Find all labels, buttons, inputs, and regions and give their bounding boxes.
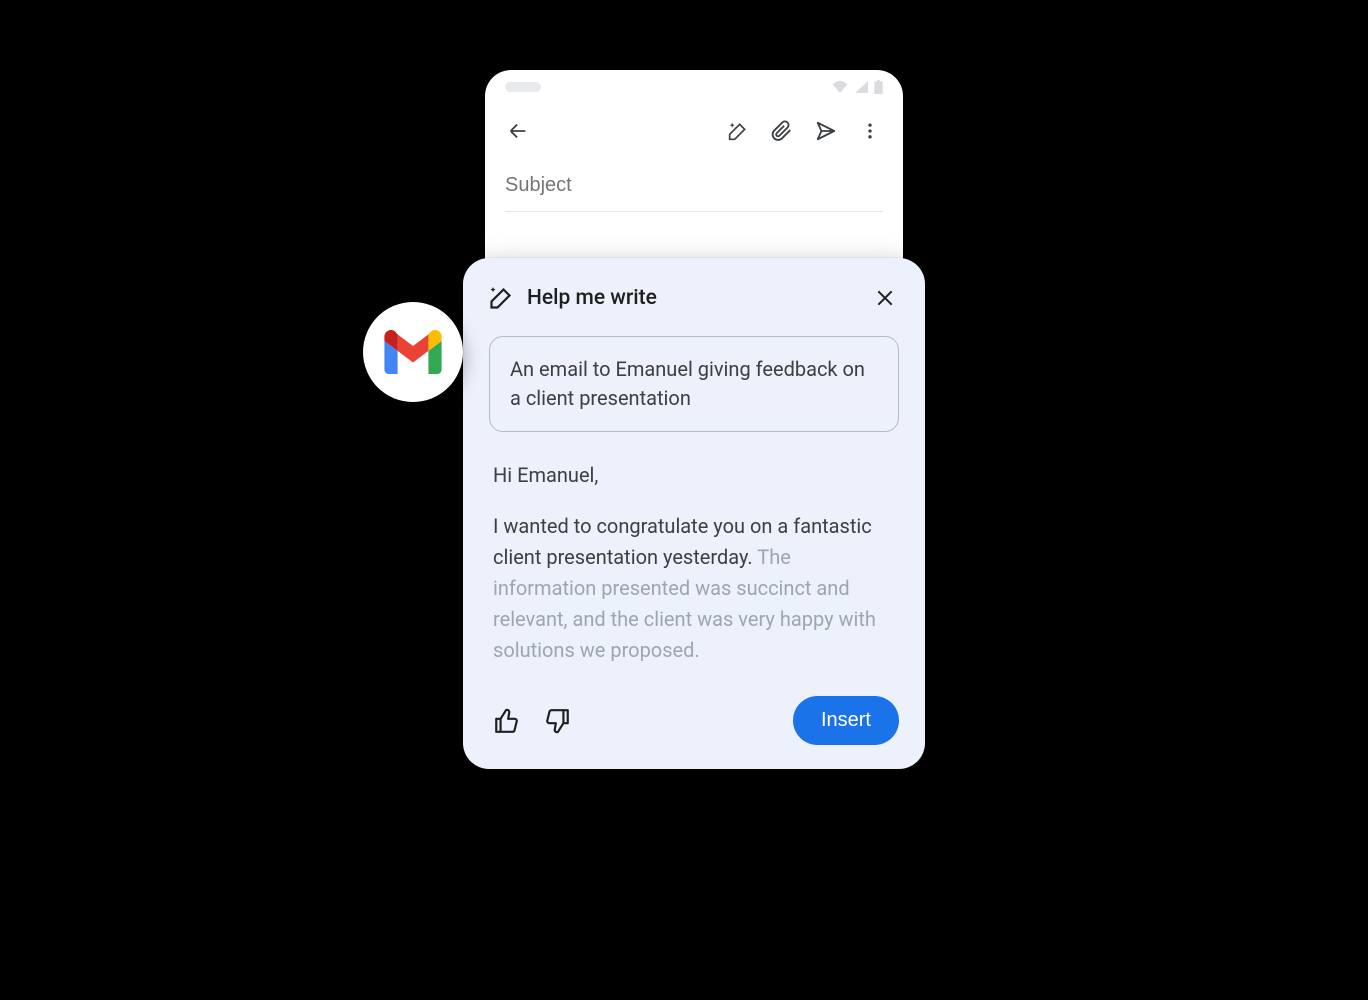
generated-draft: Hi Emanuel, I wanted to congratulate you… xyxy=(489,460,899,666)
gmail-logo-icon xyxy=(384,330,442,374)
thumbs-down-button[interactable] xyxy=(541,704,575,738)
close-icon xyxy=(875,288,895,308)
compose-screen xyxy=(485,70,903,270)
draft-greeting: Hi Emanuel, xyxy=(493,460,895,491)
insert-button[interactable]: Insert xyxy=(793,696,899,745)
draft-body-primary: I wanted to congratulate you on a fantas… xyxy=(493,514,872,569)
status-icons xyxy=(832,80,883,94)
subject-input[interactable] xyxy=(505,168,883,212)
magic-pen-icon xyxy=(728,121,748,141)
more-vert-icon xyxy=(860,121,880,141)
cell-signal-icon xyxy=(854,81,868,93)
compose-app-bar xyxy=(485,104,903,158)
send-button[interactable] xyxy=(811,116,841,146)
back-icon xyxy=(507,120,529,142)
gmail-badge xyxy=(363,302,463,402)
subject-row xyxy=(485,158,903,212)
thumbs-up-button[interactable] xyxy=(489,704,523,738)
overflow-button[interactable] xyxy=(855,116,885,146)
prompt-input[interactable]: An email to Emanuel giving feedback on a… xyxy=(489,336,899,432)
panel-header: Help me write xyxy=(489,284,899,312)
panel-title: Help me write xyxy=(527,286,857,310)
thumbs-down-icon xyxy=(545,708,571,734)
magic-write-button[interactable] xyxy=(723,116,753,146)
close-button[interactable] xyxy=(871,284,899,312)
magic-pen-icon xyxy=(489,286,513,310)
status-pill xyxy=(505,82,541,92)
attach-button[interactable] xyxy=(767,116,797,146)
thumbs-up-icon xyxy=(493,708,519,734)
wifi-icon xyxy=(832,81,848,93)
paperclip-icon xyxy=(771,120,793,142)
back-button[interactable] xyxy=(503,116,533,146)
status-bar xyxy=(485,70,903,104)
send-icon xyxy=(815,120,837,142)
panel-actions: Insert xyxy=(489,696,899,745)
help-me-write-panel: Help me write An email to Emanuel giving… xyxy=(463,258,925,769)
battery-icon xyxy=(874,80,883,94)
